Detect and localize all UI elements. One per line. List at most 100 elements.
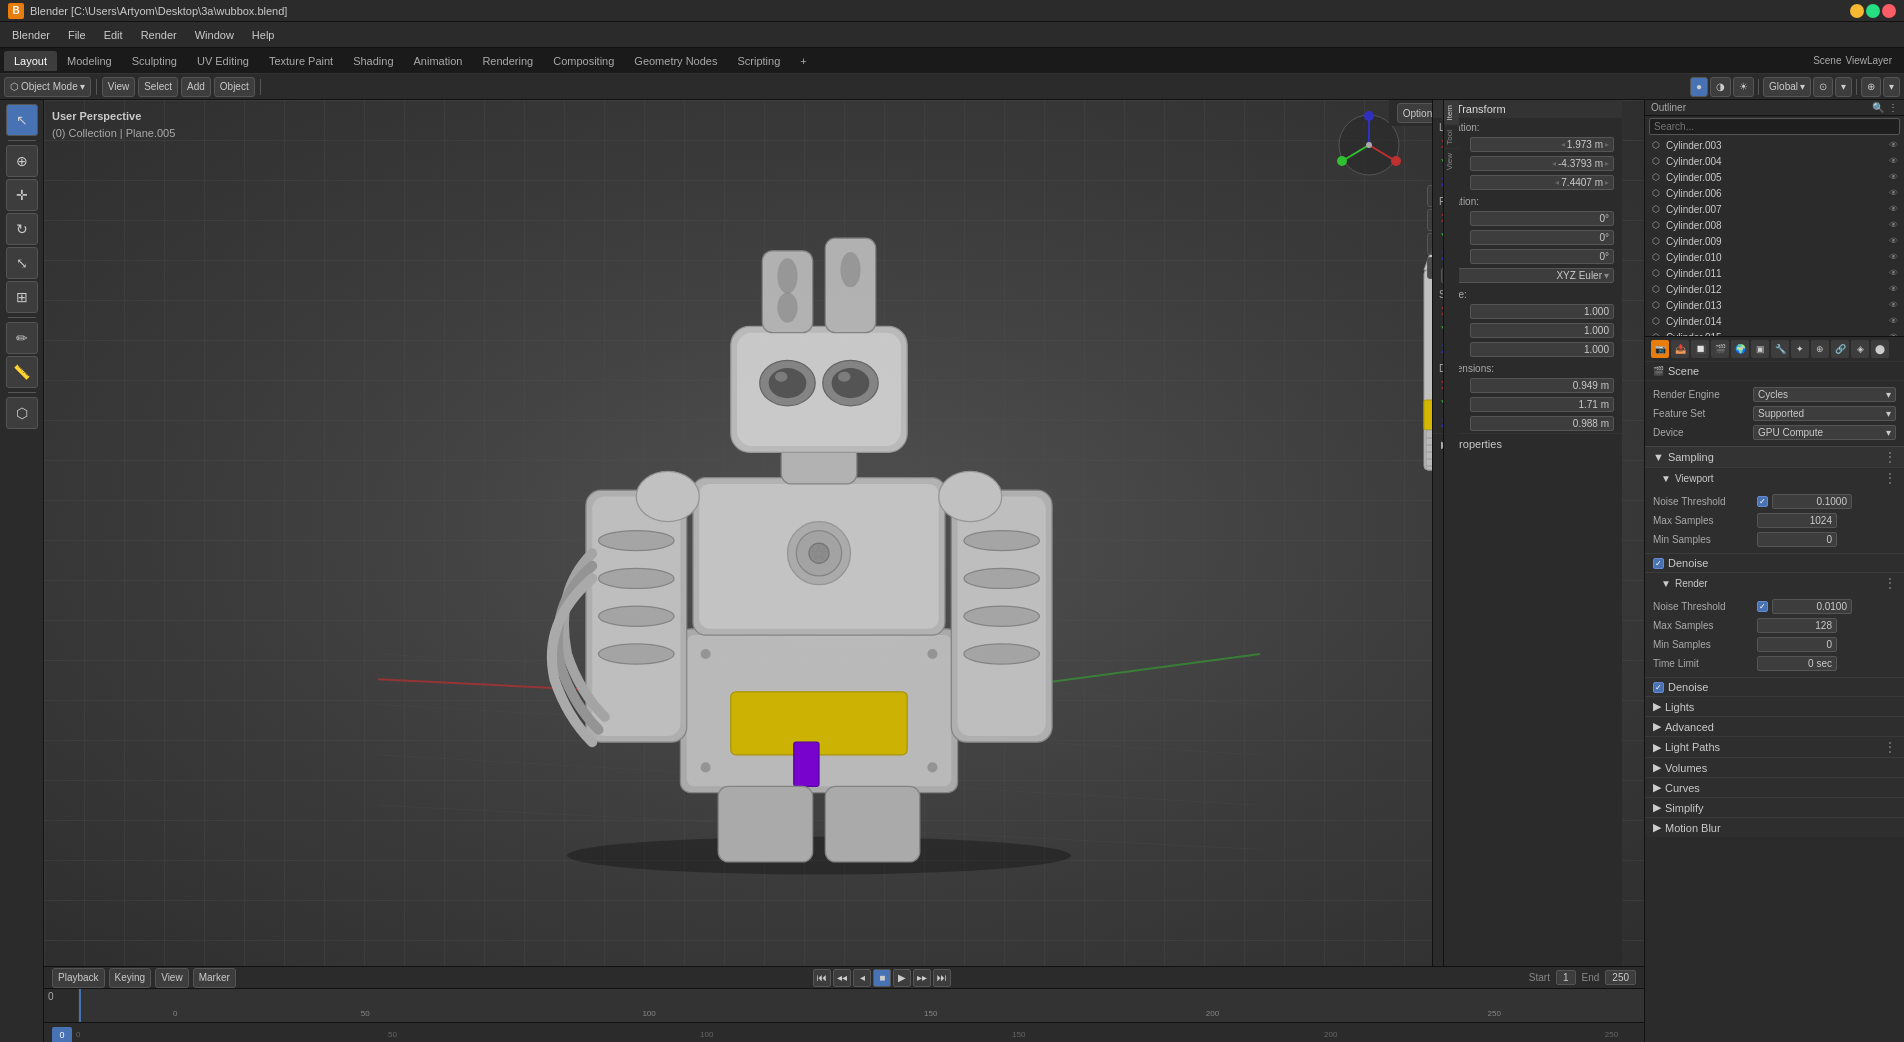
render-sub-menu[interactable]: ⋮ [1884,576,1896,590]
tab-scripting[interactable]: Scripting [727,51,790,71]
outliner-item-5[interactable]: ⬡ Cylinder.008 👁 [1645,217,1904,233]
snap-toggle[interactable]: ⊙ [1813,77,1833,97]
render-engine-dropdown[interactable]: Cycles ▾ [1753,387,1896,402]
physics-icon-tab[interactable]: ⊕ [1811,340,1829,358]
device-dropdown[interactable]: GPU Compute ▾ [1753,425,1896,440]
location-y-field[interactable]: ◂ -4.3793 m ▸ [1470,156,1614,171]
scale-z-field[interactable]: 1.000 [1470,342,1614,357]
visibility-icon-7[interactable]: 👁 [1886,250,1900,264]
playback-menu[interactable]: Playback [52,968,105,988]
start-frame-field[interactable]: 1 [1556,970,1576,985]
tab-layout[interactable]: Layout [4,51,57,71]
max-samples-render-field[interactable]: 128 [1757,618,1837,633]
location-x-arrow-left[interactable]: ◂ [1561,140,1565,149]
keying-menu[interactable]: Keying [109,968,152,988]
outliner-item-2[interactable]: ⬡ Cylinder.005 👁 [1645,169,1904,185]
tab-shading[interactable]: Shading [343,51,403,71]
prev-keyframe-btn[interactable]: ◂◂ [833,969,851,987]
visibility-icon-2[interactable]: 👁 [1886,170,1900,184]
location-x-field[interactable]: ◂ 1.973 m ▸ [1470,137,1614,152]
jump-end-btn[interactable]: ⏭ [933,969,951,987]
volumes-section[interactable]: ▶ Volumes [1645,757,1904,777]
curves-section[interactable]: ▶ Curves [1645,777,1904,797]
viewport-sub-menu[interactable]: ⋮ [1884,471,1896,485]
dim-z-field[interactable]: 0.988 m [1470,416,1614,431]
max-samples-viewport-field[interactable]: 1024 [1757,513,1837,528]
outliner-item-9[interactable]: ⬡ Cylinder.012 👁 [1645,281,1904,297]
next-keyframe-btn[interactable]: ▸▸ [913,969,931,987]
scene-icon-tab[interactable]: 🎬 [1711,340,1729,358]
location-x-arrow-right[interactable]: ▸ [1605,140,1609,149]
sampling-menu-icon[interactable]: ⋮ [1884,450,1896,464]
denoise-render-section[interactable]: ✓ Denoise [1645,677,1904,696]
location-y-arrow-right[interactable]: ▸ [1605,159,1609,168]
transform-tool[interactable]: ⊞ [6,281,38,313]
location-z-field[interactable]: ◂ 7.4407 m ▸ [1470,175,1614,190]
menu-help[interactable]: Help [244,27,283,43]
visibility-icon-9[interactable]: 👁 [1886,282,1900,296]
global-local[interactable]: Global ▾ [1763,77,1811,97]
proportional-edit[interactable]: ⊕ [1861,77,1881,97]
annotate-tool[interactable]: ✏ [6,322,38,354]
location-z-arrow-right[interactable]: ▸ [1605,178,1609,187]
visibility-icon-0[interactable]: 👁 [1886,138,1900,152]
minimize-button[interactable] [1850,4,1864,18]
location-z-arrow-left[interactable]: ◂ [1555,178,1559,187]
play-btn[interactable]: ▶ [893,969,911,987]
snap-settings[interactable]: ▾ [1835,77,1852,97]
side-tab-tool[interactable]: Tool [1444,125,1459,149]
tab-modeling[interactable]: Modeling [57,51,122,71]
outliner-item-7[interactable]: ⬡ Cylinder.010 👁 [1645,249,1904,265]
outliner-item-1[interactable]: ⬡ Cylinder.004 👁 [1645,153,1904,169]
viewport-shading-material[interactable]: ◑ [1710,77,1731,97]
rotation-mode-dropdown[interactable]: XYZ Euler ▾ [1441,268,1614,283]
material-icon-tab[interactable]: ⬤ [1871,340,1889,358]
side-tab-item[interactable]: Item [1444,100,1459,125]
maximize-button[interactable] [1866,4,1880,18]
light-paths-section[interactable]: ▶ Light Paths ⋮ [1645,736,1904,757]
sampling-header[interactable]: ▼ Sampling ⋮ [1645,446,1904,467]
cursor-tool[interactable]: ⊕ [6,145,38,177]
viewport-sub-header[interactable]: ▼ Viewport ⋮ [1645,467,1904,488]
outliner-item-3[interactable]: ⬡ Cylinder.006 👁 [1645,185,1904,201]
stop-btn[interactable]: ■ [873,969,891,987]
side-tab-view[interactable]: View [1444,148,1459,174]
view-menu-timeline[interactable]: View [155,968,189,988]
rotation-z-field[interactable]: 0° [1470,249,1614,264]
tab-animation[interactable]: Animation [404,51,473,71]
simplify-section[interactable]: ▶ Simplify [1645,797,1904,817]
play-reverse-btn[interactable]: ◂ [853,969,871,987]
outliner-item-10[interactable]: ⬡ Cylinder.013 👁 [1645,297,1904,313]
constraints-icon-tab[interactable]: 🔗 [1831,340,1849,358]
add-cube-tool[interactable]: ⬡ [6,397,38,429]
location-y-arrow-left[interactable]: ◂ [1552,159,1556,168]
timeline-track-area[interactable]: 0 0 50 100 150 [44,989,1644,1022]
tab-sculpting[interactable]: Sculpting [122,51,187,71]
outliner-search-input[interactable] [1649,118,1900,135]
tab-geometry-nodes[interactable]: Geometry Nodes [624,51,727,71]
noise-threshold-render-field[interactable]: 0.0100 [1772,599,1852,614]
view-layer-icon-tab[interactable]: 🔲 [1691,340,1709,358]
rotate-tool[interactable]: ↻ [6,213,38,245]
proportional-settings[interactable]: ▾ [1883,77,1900,97]
motion-blur-section[interactable]: ▶ Motion Blur [1645,817,1904,837]
viewport-3d[interactable]: ☆ [44,100,1644,966]
scale-y-field[interactable]: 1.000 [1470,323,1614,338]
denoise-render-checkbox[interactable]: ✓ [1653,682,1664,693]
scene-selector[interactable]: Scene [1813,55,1841,66]
light-paths-menu[interactable]: ⋮ [1884,740,1896,754]
viewport-shading-rendered[interactable]: ☀ [1733,77,1754,97]
world-icon-tab[interactable]: 🌍 [1731,340,1749,358]
visibility-icon-1[interactable]: 👁 [1886,154,1900,168]
view-layer-selector[interactable]: ViewLayer [1845,55,1892,66]
dim-x-field[interactable]: 0.949 m [1470,378,1614,393]
move-tool[interactable]: ✛ [6,179,38,211]
add-menu[interactable]: Add [181,77,211,97]
time-limit-field[interactable]: 0 sec [1757,656,1837,671]
visibility-icon-3[interactable]: 👁 [1886,186,1900,200]
tab-compositing[interactable]: Compositing [543,51,624,71]
visibility-icon-4[interactable]: 👁 [1886,202,1900,216]
noise-threshold-render-checkbox[interactable]: ✓ [1757,601,1768,612]
outliner-item-11[interactable]: ⬡ Cylinder.014 👁 [1645,313,1904,329]
select-tool[interactable]: ↖ [6,104,38,136]
